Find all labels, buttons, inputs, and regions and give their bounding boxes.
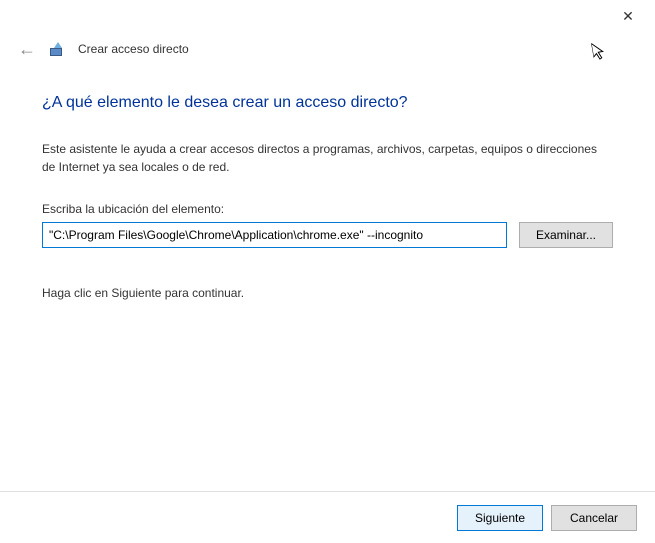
close-icon: ✕: [622, 8, 634, 25]
wizard-description: Este asistente le ayuda a crear accesos …: [42, 140, 613, 176]
close-button[interactable]: ✕: [613, 1, 643, 31]
titlebar: ✕: [0, 0, 655, 32]
browse-button[interactable]: Examinar...: [519, 222, 613, 248]
content-area: ¿A qué elemento le desea crear un acceso…: [0, 66, 655, 300]
location-label: Escriba la ubicación del elemento:: [42, 202, 613, 216]
continue-hint: Haga clic en Siguiente para continuar.: [42, 286, 613, 300]
next-button[interactable]: Siguiente: [457, 505, 543, 531]
wizard-title: Crear acceso directo: [78, 42, 189, 56]
location-input[interactable]: [42, 222, 507, 248]
location-row: Examinar...: [42, 222, 613, 248]
shortcut-wizard-icon: [50, 42, 64, 56]
back-arrow-icon[interactable]: ←: [18, 40, 36, 58]
wizard-header: ← Crear acceso directo: [0, 32, 655, 66]
wizard-footer: Siguiente Cancelar: [0, 491, 655, 543]
main-heading: ¿A qué elemento le desea crear un acceso…: [42, 94, 613, 112]
cancel-button[interactable]: Cancelar: [551, 505, 637, 531]
